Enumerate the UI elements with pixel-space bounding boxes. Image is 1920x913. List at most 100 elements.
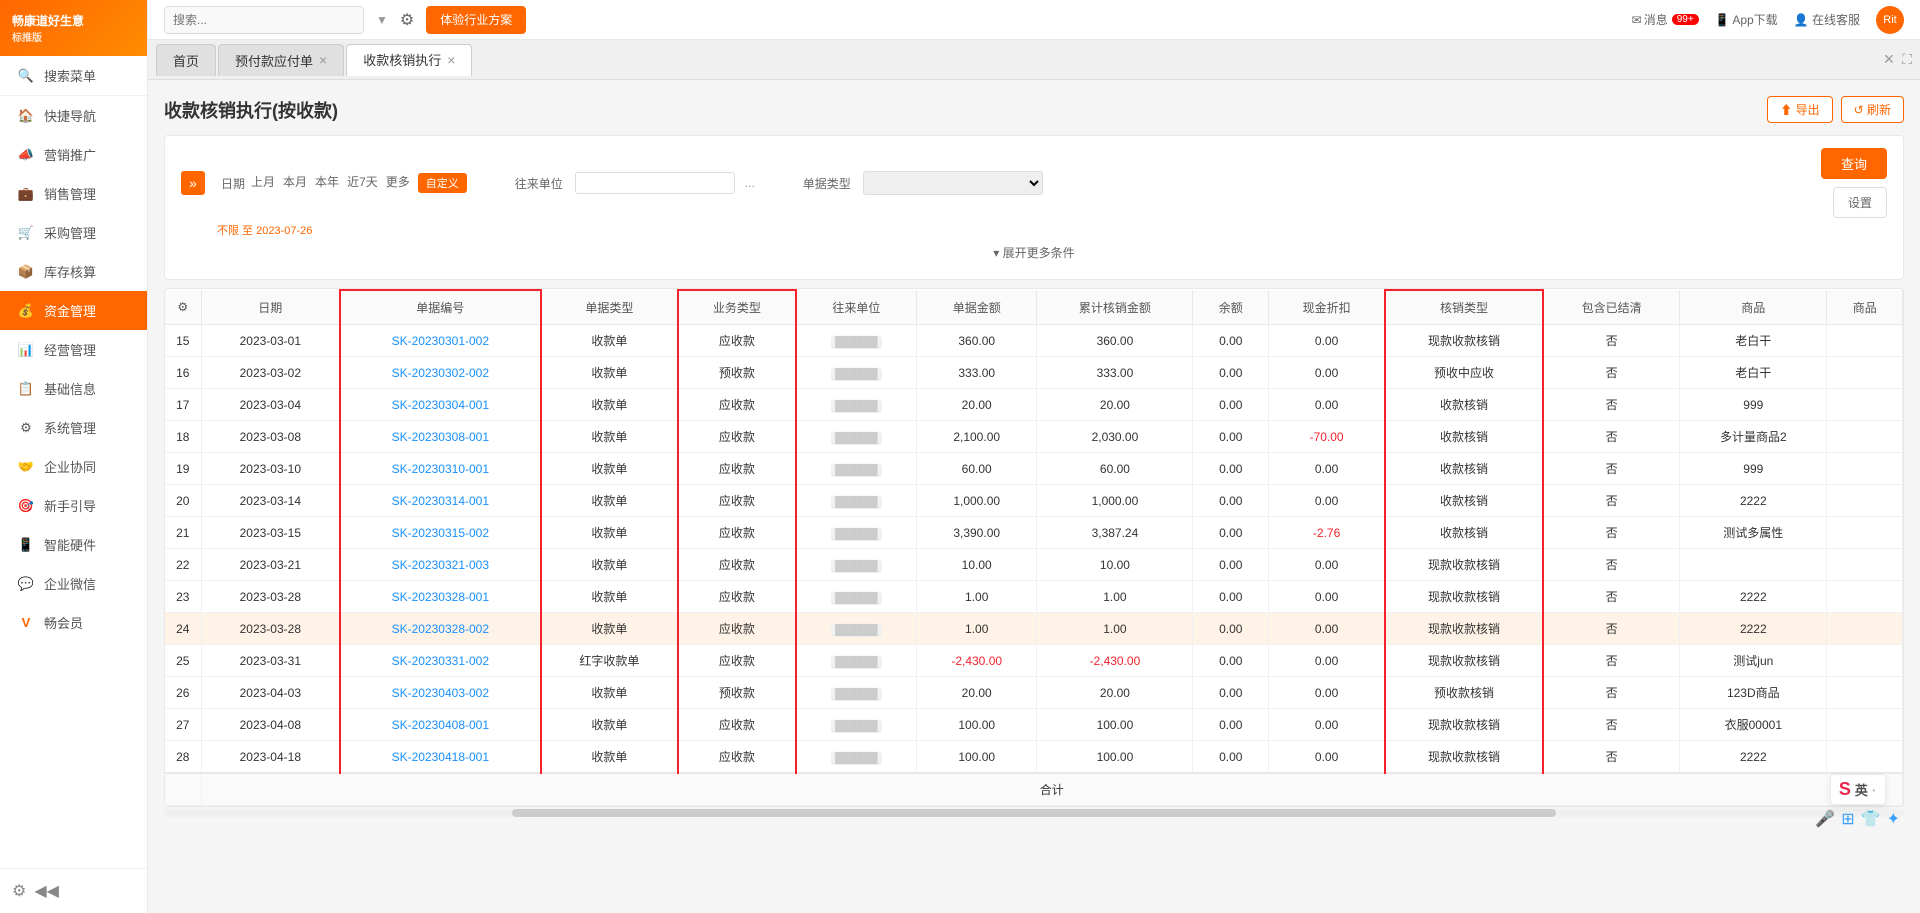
tab-home[interactable]: 首页 xyxy=(156,44,216,76)
last-7days-link[interactable]: 近7天 xyxy=(347,173,378,193)
voucher-no-link[interactable]: SK-20230328-002 xyxy=(392,622,489,636)
voucher-no-link[interactable]: SK-20230314-001 xyxy=(392,494,489,508)
col-product2[interactable]: 商品 xyxy=(1827,290,1903,325)
col-voucher-no[interactable]: 单据编号 xyxy=(340,290,540,325)
sidebar-item-nav[interactable]: 🏠 快捷导航 xyxy=(0,96,147,135)
cell-row-no: 19 xyxy=(165,453,201,485)
cell-discount: 0.00 xyxy=(1269,485,1386,517)
col-balance[interactable]: 余额 xyxy=(1193,290,1269,325)
tab-writeoff[interactable]: 收款核销执行 × xyxy=(346,44,472,76)
voucher-type-label: 单据类型 xyxy=(803,175,851,192)
sidebar-item-search[interactable]: 🔍 搜索菜单 xyxy=(0,56,147,96)
last-month-link[interactable]: 上月 xyxy=(251,173,275,193)
expand-icon[interactable]: ⛶ xyxy=(1902,51,1912,68)
cell-voucher-no: SK-20230328-001 xyxy=(340,581,540,613)
data-table: ⚙ 日期 单据编号 单据类型 业务类型 往来单位 单据金额 累计核销金额 余额 … xyxy=(165,289,1903,806)
refresh-icon: ↺ xyxy=(1854,103,1864,117)
cell-product: 999 xyxy=(1680,389,1827,421)
topbar-search-input[interactable] xyxy=(164,6,364,34)
cell-balance: 0.00 xyxy=(1193,645,1269,677)
col-counterpart[interactable]: 往来单位 xyxy=(796,290,917,325)
app-download-link[interactable]: 📱 App下载 xyxy=(1715,11,1778,28)
sidebar-item-inventory[interactable]: 📦 库存核算 xyxy=(0,252,147,291)
col-date[interactable]: 日期 xyxy=(201,290,340,325)
sidebar-item-basic-info[interactable]: 📋 基础信息 xyxy=(0,369,147,408)
voucher-no-link[interactable]: SK-20230403-002 xyxy=(392,686,489,700)
voucher-no-link[interactable]: SK-20230321-003 xyxy=(392,558,489,572)
settings-gear-icon[interactable]: ⚙ xyxy=(400,10,414,30)
cell-included: 否 xyxy=(1543,453,1680,485)
cell-voucher-no: SK-20230418-001 xyxy=(340,741,540,774)
cell-date: 2023-03-28 xyxy=(201,581,340,613)
cell-row-no: 24 xyxy=(165,613,201,645)
horizontal-scrollbar[interactable] xyxy=(164,809,1904,817)
sidebar-item-purchase[interactable]: 🛒 采购管理 xyxy=(0,213,147,252)
col-accumulated[interactable]: 累计核销金额 xyxy=(1037,290,1193,325)
voucher-no-link[interactable]: SK-20230301-002 xyxy=(392,334,489,348)
sidebar-item-sales[interactable]: 💼 销售管理 xyxy=(0,174,147,213)
this-month-link[interactable]: 本月 xyxy=(283,173,307,193)
writeoff-tab-close-icon[interactable]: × xyxy=(447,52,455,68)
col-config[interactable]: ⚙ xyxy=(165,290,201,325)
col-product[interactable]: 商品 xyxy=(1680,290,1827,325)
dots-indicator[interactable]: ... xyxy=(745,176,755,190)
voucher-no-link[interactable]: SK-20230408-001 xyxy=(392,718,489,732)
solution-button[interactable]: 体验行业方案 xyxy=(426,6,526,34)
voucher-no-link[interactable]: SK-20230304-001 xyxy=(392,398,489,412)
expand-more-btn[interactable]: ▾ 展开更多条件 xyxy=(181,238,1887,267)
this-year-link[interactable]: 本年 xyxy=(315,173,339,193)
collapse-icon[interactable]: ◀◀ xyxy=(34,881,59,901)
star-icon[interactable]: ✦ xyxy=(1887,809,1900,829)
setting-button[interactable]: 设置 xyxy=(1833,187,1887,218)
user-avatar[interactable]: Rit xyxy=(1876,6,1904,34)
cell-writeoff-type: 预收中应收 xyxy=(1385,357,1543,389)
col-voucher-type[interactable]: 单据类型 xyxy=(541,290,679,325)
voucher-no-link[interactable]: SK-20230328-001 xyxy=(392,590,489,604)
voucher-no-link[interactable]: SK-20230302-002 xyxy=(392,366,489,380)
close-all-icon[interactable]: × xyxy=(1884,49,1895,70)
export-button[interactable]: ⬆ 导出 xyxy=(1767,96,1832,123)
messages-area[interactable]: ✉ 消息 99+ xyxy=(1632,11,1699,28)
voucher-no-link[interactable]: SK-20230308-001 xyxy=(392,430,489,444)
prepayment-tab-close-icon[interactable]: × xyxy=(319,52,327,68)
col-included[interactable]: 包含已结清 xyxy=(1543,290,1680,325)
voucher-no-link[interactable]: SK-20230310-001 xyxy=(392,462,489,476)
counterpart-input[interactable] xyxy=(575,172,735,194)
cell-row-no: 23 xyxy=(165,581,201,613)
dropdown-arrow-icon[interactable]: ▼ xyxy=(376,13,388,27)
sidebar-item-marketing[interactable]: 📣 营销推广 xyxy=(0,135,147,174)
sidebar-item-cooperation[interactable]: 🤝 企业协同 xyxy=(0,447,147,486)
voucher-no-link[interactable]: SK-20230315-002 xyxy=(392,526,489,540)
shirt-icon[interactable]: 👕 xyxy=(1861,809,1881,829)
col-discount[interactable]: 现金折扣 xyxy=(1269,290,1386,325)
cell-accumulated: 1.00 xyxy=(1037,613,1193,645)
mic-icon[interactable]: 🎤 xyxy=(1815,809,1835,829)
settings-icon[interactable]: ⚙ xyxy=(12,881,26,901)
tab-prepayment[interactable]: 预付款应付单 × xyxy=(218,44,344,76)
cell-included: 否 xyxy=(1543,645,1680,677)
sidebar-item-guide[interactable]: 🎯 新手引导 xyxy=(0,486,147,525)
more-link[interactable]: 更多 xyxy=(386,173,410,193)
sidebar-item-member[interactable]: V 畅会员 xyxy=(0,603,147,642)
cell-date: 2023-03-02 xyxy=(201,357,340,389)
grid-icon[interactable]: ⊞ xyxy=(1841,809,1854,829)
voucher-no-link[interactable]: SK-20230331-002 xyxy=(392,654,489,668)
tabs-actions: × ⛶ xyxy=(1884,49,1912,70)
custom-date-btn[interactable]: 自定义 xyxy=(418,173,467,193)
sidebar-item-operations[interactable]: 📊 经营管理 xyxy=(0,330,147,369)
cell-row-no: 25 xyxy=(165,645,201,677)
voucher-type-select[interactable] xyxy=(863,171,1043,195)
refresh-button[interactable]: ↺ 刷新 xyxy=(1841,96,1904,123)
col-biz-type[interactable]: 业务类型 xyxy=(678,290,796,325)
col-amount[interactable]: 单据金额 xyxy=(917,290,1037,325)
sidebar-item-finance[interactable]: 💰 资金管理 xyxy=(0,291,147,330)
query-button[interactable]: 查询 xyxy=(1821,148,1887,179)
filter-expand-btn[interactable]: » xyxy=(181,171,205,195)
sidebar-item-hardware[interactable]: 📱 智能硬件 xyxy=(0,525,147,564)
voucher-no-link[interactable]: SK-20230418-001 xyxy=(392,750,489,764)
sidebar-item-system[interactable]: ⚙ 系统管理 xyxy=(0,408,147,447)
cell-amount: 20.00 xyxy=(917,677,1037,709)
col-writeoff-type[interactable]: 核销类型 xyxy=(1385,290,1543,325)
sidebar-item-weixin[interactable]: 💬 企业微信 xyxy=(0,564,147,603)
online-service-link[interactable]: 👤 在线客服 xyxy=(1794,11,1860,28)
